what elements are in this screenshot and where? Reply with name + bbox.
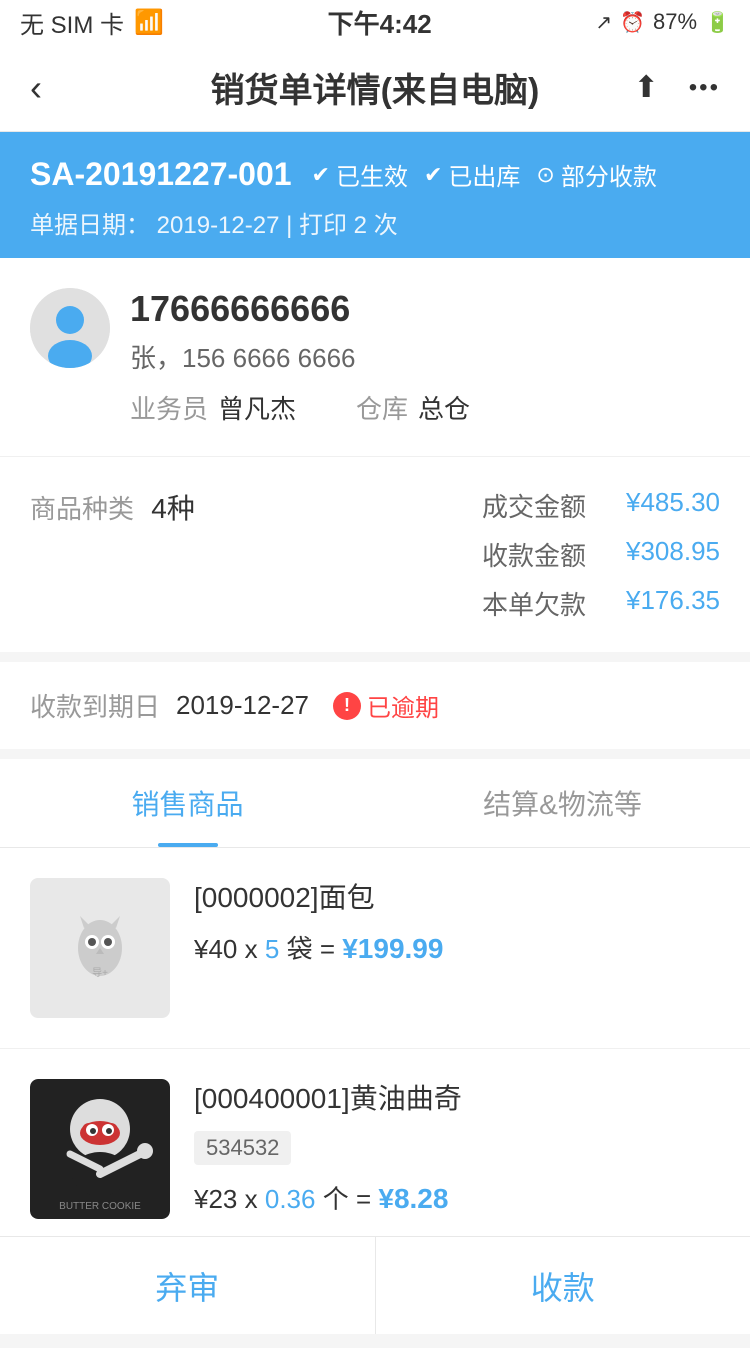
customer-name: 张，156 6666 6666 [130,338,720,375]
received-value: ¥308.95 [626,536,720,573]
product-item: 导+ [0000002]面包 ¥40 x 5 袋 = ¥199.99 [0,848,750,1049]
summary-right: 成交金额 ¥485.30 收款金额 ¥308.95 本单欠款 ¥176.35 [482,487,720,622]
tabs-container: 销售商品 结算&物流等 [0,759,750,848]
product-total-1: ¥199.99 [342,933,443,964]
collect-payment-button[interactable]: 收款 [376,1237,750,1334]
product-list: 导+ [0000002]面包 ¥40 x 5 袋 = ¥199.99 [0,848,750,1250]
more-icon[interactable]: ••• [689,74,720,102]
product-details-1: [0000002]面包 ¥40 x 5 袋 = ¥199.99 [194,878,720,966]
product-qty-1: 5 [265,934,279,964]
warehouse-value: 总仓 [418,389,470,426]
sales-label: 业务员 [130,389,208,426]
product-item-2: BUTTER COOKIE [000400001]黄油曲奇 534532 ¥23… [0,1049,750,1250]
order-number: SA-20191227-001 [30,156,292,193]
owed-value: ¥176.35 [626,585,720,622]
category-value: 4种 [151,493,195,524]
header-banner: SA-20191227-001 ✔ 已生效 ✔ 已出库 ⊙ 部分收款 单据日期：… [0,132,750,258]
location-icon: ↗ [595,10,612,35]
overdue-label: 已逾期 [367,688,439,723]
sales-value: 曾凡杰 [218,389,296,426]
avatar-icon [30,288,110,368]
due-label: 收款到期日 [30,687,160,724]
product-details-2: [000400001]黄油曲奇 534532 ¥23 x 0.36 个 = ¥8… [194,1079,720,1216]
product-image-2: BUTTER COOKIE [30,1079,170,1219]
wifi-icon: 📶 [134,8,164,37]
status-badge-shipped: ✔ 已出库 [424,157,520,192]
status-left: 无 SIM 卡 📶 [20,5,164,40]
overdue-icon: ! [333,692,361,720]
clock-icon: ⊙ [536,162,554,188]
category-label: 商品种类 [30,494,134,524]
nav-bar: ‹ 销货单详情(来自电脑) ⬆ ••• [0,44,750,132]
banner-top: SA-20191227-001 ✔ 已生效 ✔ 已出库 ⊙ 部分收款 [30,156,720,193]
received-row: 收款金额 ¥308.95 [482,536,720,573]
category-item: 商品种类 4种 [30,487,195,527]
amount-row: 成交金额 ¥485.30 [482,487,720,524]
check-icon-2: ✔ [424,162,442,188]
svg-text:BUTTER COOKIE: BUTTER COOKIE [59,1201,141,1212]
product-name-2: [000400001]黄油曲奇 [194,1079,720,1118]
product-total-2: ¥8.28 [378,1183,448,1214]
page-title: 销货单详情(来自电脑) [211,63,540,112]
carrier-label: 无 SIM 卡 [20,5,124,40]
alarm-icon: ⏰ [620,10,645,35]
product-price-1: ¥40 x 5 袋 = ¥199.99 [194,929,720,966]
sales-meta: 业务员 曾凡杰 [130,389,296,426]
product-thumbnail-1: 导+ [30,878,170,1018]
product-price-2: ¥23 x 0.36 个 = ¥8.28 [194,1179,720,1216]
status-bar: 无 SIM 卡 📶 下午4:42 ↗ ⏰ 87% 🔋 [0,0,750,44]
amount-label: 成交金额 [482,487,586,524]
banner-date: 单据日期： 2019-12-27 | 打印 2 次 [30,205,720,240]
due-section: 收款到期日 2019-12-27 ! 已逾期 [0,662,750,759]
product-batch-2: 534532 [194,1131,291,1165]
product-name-1: [0000002]面包 [194,878,720,917]
amount-value: ¥485.30 [626,487,720,524]
svg-text:导+: 导+ [92,967,108,979]
battery-icon: 🔋 [705,10,730,35]
customer-section: 17666666666 张，156 6666 6666 业务员 曾凡杰 仓库 总… [0,258,750,457]
owed-row: 本单欠款 ¥176.35 [482,585,720,622]
customer-id: 17666666666 [130,288,720,330]
battery-label: 87% [653,9,697,35]
share-icon[interactable]: ⬆ [634,70,659,105]
product-thumbnail-2: BUTTER COOKIE [30,1079,170,1219]
product-qty-2: 0.36 [265,1184,316,1214]
status-badge-partial: ⊙ 部分收款 [536,157,656,192]
footer-bar: 弃审 收款 [0,1236,750,1334]
summary-section: 商品种类 4种 成交金额 ¥485.30 收款金额 ¥308.95 本单欠款 ¥… [0,457,750,662]
status-badge-effective: ✔ 已生效 [312,157,408,192]
customer-avatar [30,288,110,368]
warehouse-label: 仓库 [356,389,408,426]
received-label: 收款金额 [482,536,586,573]
owl-icon: 导+ [50,908,150,988]
status-right: ↗ ⏰ 87% 🔋 [595,9,730,35]
tab-sales-products[interactable]: 销售商品 [0,759,375,847]
status-badges: ✔ 已生效 ✔ 已出库 ⊙ 部分收款 [312,157,657,192]
due-date: 2019-12-27 [176,690,309,721]
status-time: 下午4:42 [328,4,432,41]
owed-label: 本单欠款 [482,585,586,622]
summary-left: 商品种类 4种 [30,487,195,527]
check-icon-1: ✔ [312,162,330,188]
tab-settlement[interactable]: 结算&物流等 [375,759,750,847]
back-button[interactable]: ‹ [20,57,52,119]
customer-meta: 业务员 曾凡杰 仓库 总仓 [130,389,720,426]
customer-info: 17666666666 张，156 6666 6666 业务员 曾凡杰 仓库 总… [130,288,720,426]
warehouse-meta: 仓库 总仓 [356,389,470,426]
tab-indicator [158,843,218,847]
cancel-review-button[interactable]: 弃审 [0,1237,376,1334]
nav-actions: ⬆ ••• [634,70,720,105]
overdue-badge: ! 已逾期 [325,686,447,725]
